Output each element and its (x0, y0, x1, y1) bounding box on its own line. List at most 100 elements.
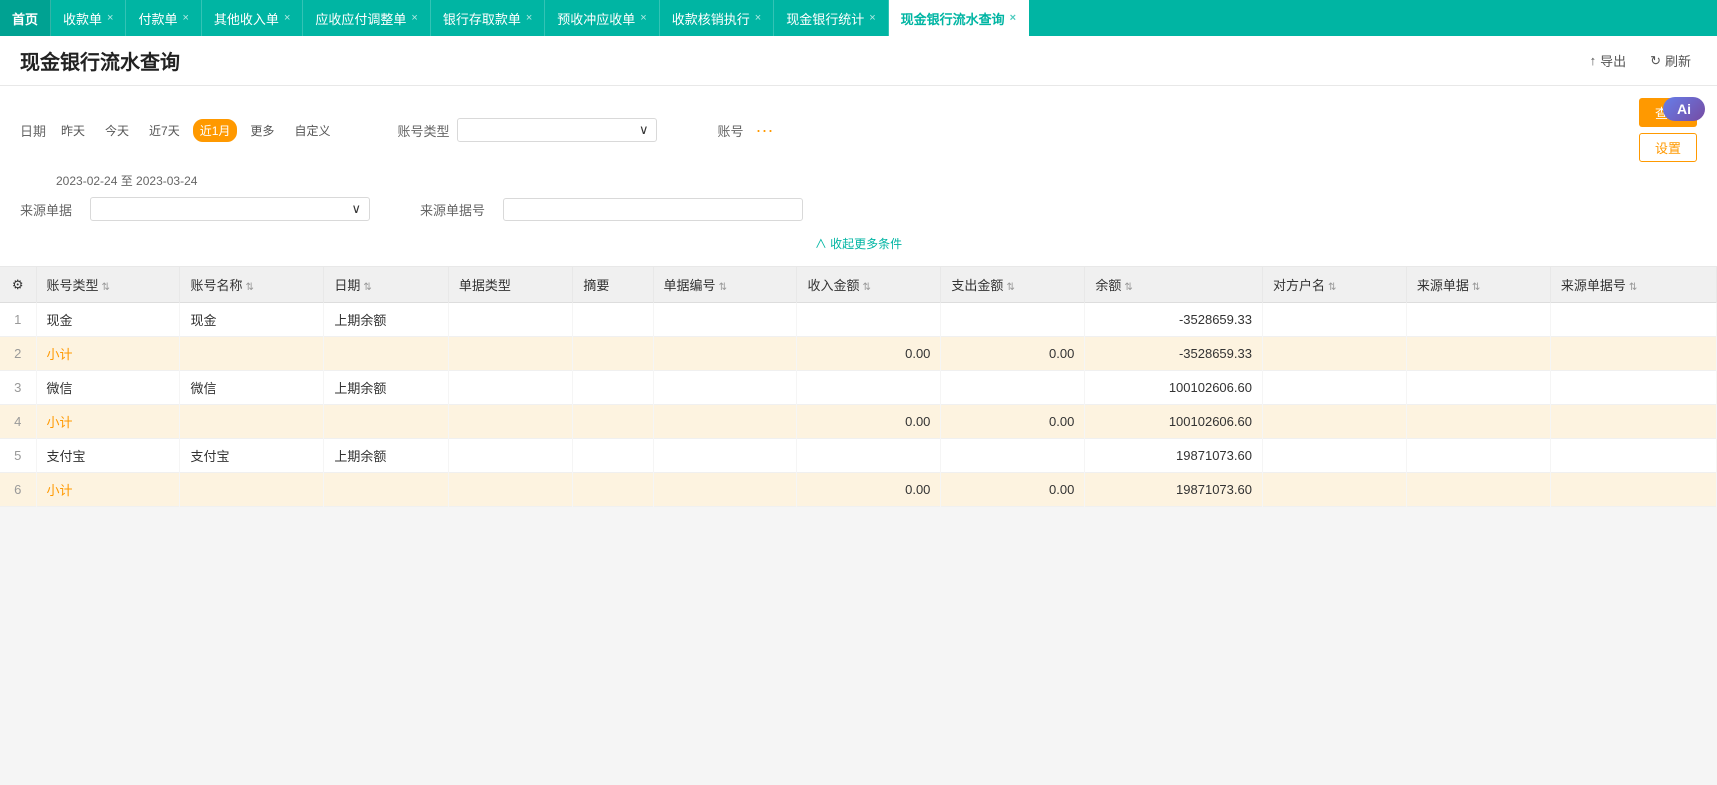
cell-summary (573, 473, 653, 507)
cell-date (324, 337, 449, 371)
cell-date (324, 405, 449, 439)
cell-date: 上期余额 (324, 303, 449, 337)
table-row[interactable]: 1现金现金上期余额-3528659.33 (0, 303, 1717, 337)
top-navigation: 首页收款单×付款单×其他收入单×应收应付调整单×银行存取款单×预收冲应收单×收款… (0, 0, 1717, 36)
nav-item-bank-deposit[interactable]: 银行存取款单× (431, 0, 545, 36)
nav-item-home[interactable]: 首页 (0, 0, 51, 36)
cell-source-doc (1406, 303, 1550, 337)
sort-icon-account-name: ⇅ (245, 282, 253, 293)
cell-source-doc-no (1550, 473, 1716, 507)
cell-source-doc-no (1550, 337, 1716, 371)
cell-doc-no (653, 337, 797, 371)
nav-close-ar-adjustment[interactable]: × (411, 12, 417, 24)
table-header: ⚙ 账号类型⇅ 账号名称⇅ 日期⇅ 单据类型 摘要 单据编号⇅ (0, 267, 1717, 303)
cell-summary (573, 337, 653, 371)
source-doc-select[interactable]: ∨ (90, 197, 370, 221)
nav-close-collection-exec[interactable]: × (755, 12, 761, 24)
th-balance[interactable]: 余额⇅ (1085, 267, 1263, 303)
nav-item-other-income[interactable]: 其他收入单× (202, 0, 303, 36)
sort-icon-counterparty: ⇅ (1328, 282, 1336, 293)
cell-expense: 0.00 (941, 337, 1085, 371)
table-row[interactable]: 6小计0.000.0019871073.60 (0, 473, 1717, 507)
cell-doc-type (448, 371, 573, 405)
cell-income (797, 439, 941, 473)
date-filter-group: 日期 昨天 今天 近7天 近1月 更多 自定义 (20, 119, 337, 142)
nav-item-receipt[interactable]: 收款单× (51, 0, 126, 36)
th-income[interactable]: 收入金额⇅ (797, 267, 941, 303)
nav-item-collection-exec[interactable]: 收款核销执行× (660, 0, 774, 36)
table-row[interactable]: 4小计0.000.00100102606.60 (0, 405, 1717, 439)
date-today[interactable]: 今天 (98, 119, 136, 142)
th-doc-type: 单据类型 (448, 267, 573, 303)
settings-button[interactable]: 设置 (1639, 133, 1697, 162)
nav-item-ar-adjustment[interactable]: 应收应付调整单× (303, 0, 430, 36)
refresh-button[interactable]: ↻ 刷新 (1644, 47, 1697, 74)
date-more[interactable]: 更多 (243, 119, 281, 142)
cell-counterparty (1262, 439, 1406, 473)
nav-item-advance-offset[interactable]: 预收冲应收单× (545, 0, 659, 36)
th-gear[interactable]: ⚙ (0, 267, 36, 303)
export-button[interactable]: ↑ 导出 (1584, 47, 1633, 74)
date-range-text: 2023-02-24 至 2023-03-24 (56, 174, 197, 188)
cell-balance: -3528659.33 (1085, 303, 1263, 337)
date-1month[interactable]: 近1月 (193, 119, 238, 142)
cell-source-doc (1406, 439, 1550, 473)
account-dots-button[interactable]: ··· (751, 120, 777, 141)
cell-income (797, 371, 941, 405)
date-yesterday[interactable]: 昨天 (54, 119, 92, 142)
nav-close-bank-deposit[interactable]: × (526, 12, 532, 24)
nav-close-payment[interactable]: × (182, 12, 188, 24)
cell-date (324, 473, 449, 507)
cell-counterparty (1262, 371, 1406, 405)
th-source-doc-no[interactable]: 来源单据号⇅ (1550, 267, 1716, 303)
table-row[interactable]: 2小计0.000.00-3528659.33 (0, 337, 1717, 371)
cell-doc-type (448, 405, 573, 439)
cell-summary (573, 405, 653, 439)
chevron-down-icon-2: ∨ (352, 201, 362, 217)
th-counterparty[interactable]: 对方户名⇅ (1262, 267, 1406, 303)
date-custom[interactable]: 自定义 (287, 119, 337, 142)
sort-icon-date: ⇅ (363, 282, 371, 293)
cell-balance: 19871073.60 (1085, 439, 1263, 473)
nav-close-other-income[interactable]: × (284, 12, 290, 24)
cell-doc-no (653, 371, 797, 405)
nav-close-cash-bank-stat[interactable]: × (869, 12, 875, 24)
th-doc-no[interactable]: 单据编号⇅ (653, 267, 797, 303)
nav-item-payment[interactable]: 付款单× (126, 0, 201, 36)
th-source-doc[interactable]: 来源单据⇅ (1406, 267, 1550, 303)
th-date[interactable]: 日期⇅ (324, 267, 449, 303)
cell-account-type: 现金 (36, 303, 180, 337)
row-number: 4 (0, 405, 36, 439)
sort-icon-income: ⇅ (863, 282, 871, 293)
cell-account-type: 小计 (36, 337, 180, 371)
collapse-bar[interactable]: ∧ 收起更多条件 (20, 231, 1697, 258)
nav-close-cash-bank-flow[interactable]: × (1010, 12, 1016, 24)
cell-doc-no (653, 303, 797, 337)
nav-item-cash-bank-stat[interactable]: 现金银行统计× (774, 0, 888, 36)
cell-doc-no (653, 439, 797, 473)
table-row[interactable]: 3微信微信上期余额100102606.60 (0, 371, 1717, 405)
nav-close-advance-offset[interactable]: × (640, 12, 646, 24)
cell-expense (941, 439, 1085, 473)
ai-assistant-button[interactable]: Ai (1663, 97, 1705, 121)
cell-source-doc (1406, 337, 1550, 371)
nav-item-cash-bank-flow[interactable]: 现金银行流水查询× (889, 0, 1029, 36)
date-7days[interactable]: 近7天 (142, 119, 187, 142)
account-type-select[interactable]: ∨ (457, 118, 657, 142)
cell-source-doc-no (1550, 303, 1716, 337)
date-shortcuts: 昨天 今天 近7天 近1月 更多 自定义 (54, 119, 337, 142)
th-account-name[interactable]: 账号名称⇅ (180, 267, 324, 303)
cell-doc-type (448, 473, 573, 507)
nav-close-receipt[interactable]: × (107, 12, 113, 24)
table-row[interactable]: 5支付宝支付宝上期余额19871073.60 (0, 439, 1717, 473)
gear-settings-icon[interactable]: ⚙ (12, 277, 24, 292)
th-expense[interactable]: 支出金额⇅ (941, 267, 1085, 303)
cell-account-type: 小计 (36, 405, 180, 439)
cell-income (797, 303, 941, 337)
source-doc-num-input[interactable] (503, 198, 803, 221)
cell-expense: 0.00 (941, 473, 1085, 507)
cell-summary (573, 303, 653, 337)
cell-account-name: 支付宝 (180, 439, 324, 473)
header-row: ⚙ 账号类型⇅ 账号名称⇅ 日期⇅ 单据类型 摘要 单据编号⇅ (0, 267, 1717, 303)
th-account-type[interactable]: 账号类型⇅ (36, 267, 180, 303)
